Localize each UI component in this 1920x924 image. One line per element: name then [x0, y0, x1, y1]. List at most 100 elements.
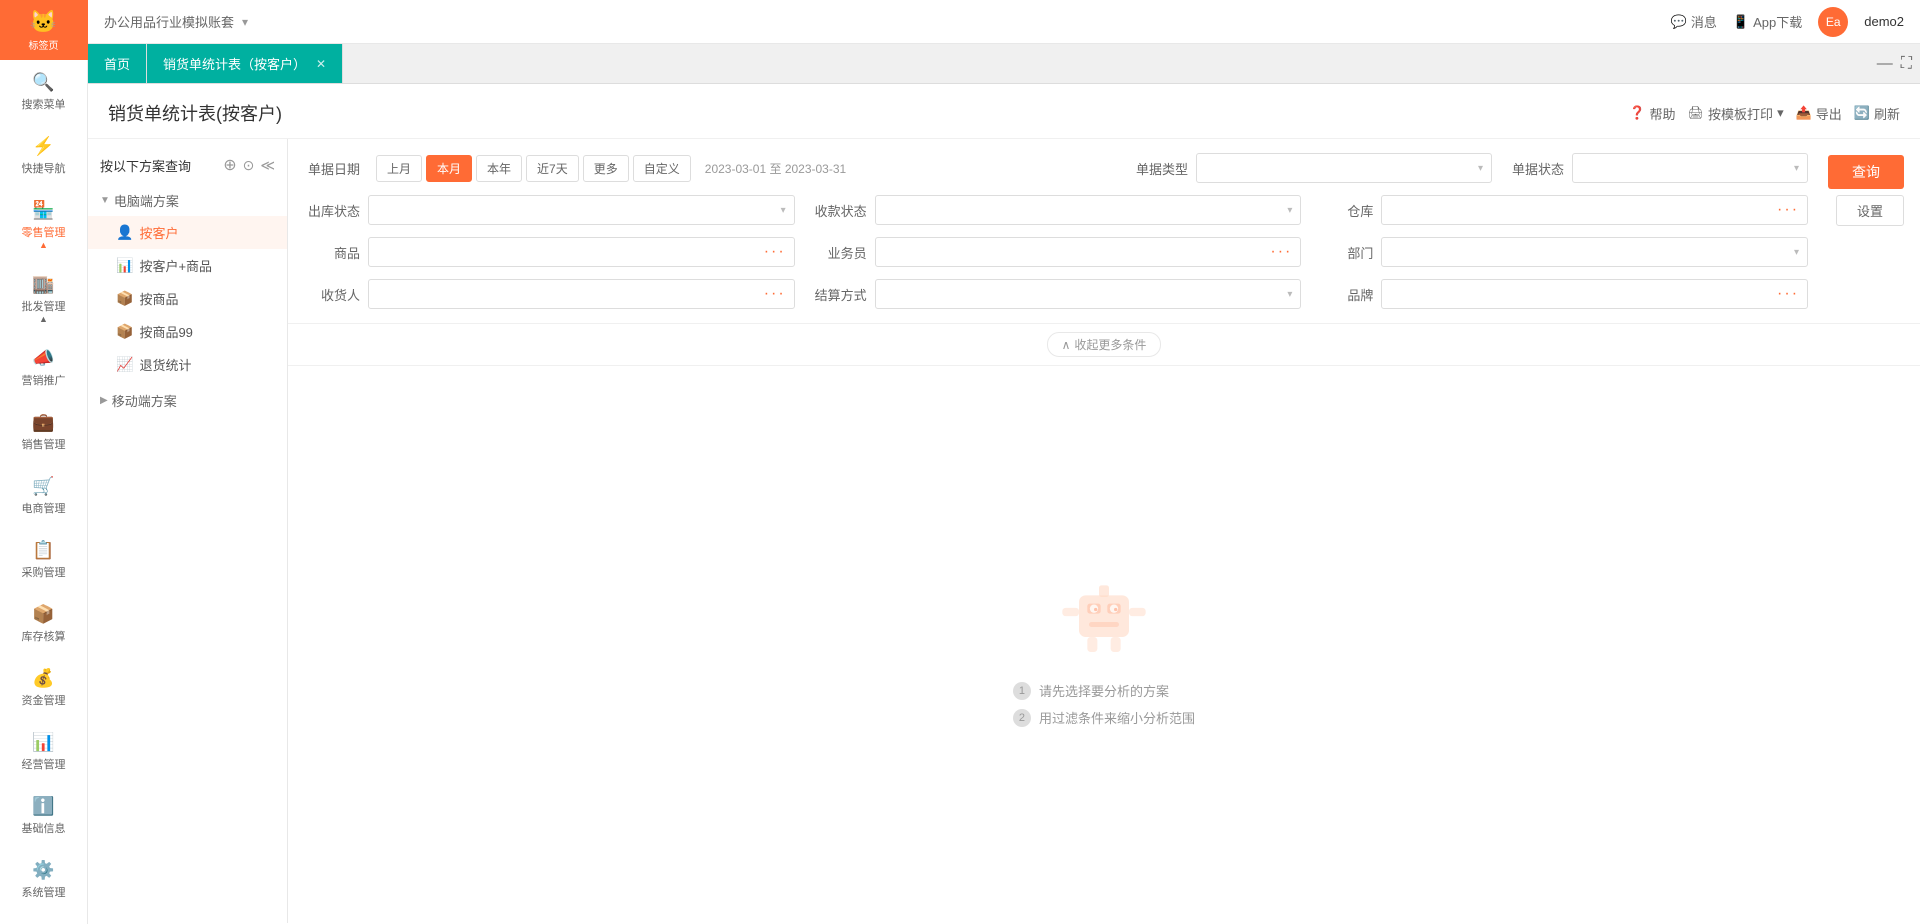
- sidebar-item-enterprise[interactable]: 🤝 企业协同: [0, 912, 87, 924]
- scheme-pc-label: 电脑端方案: [114, 191, 179, 210]
- date-btn-custom[interactable]: 自定义: [633, 155, 691, 182]
- date-btn-last-month[interactable]: 上月: [376, 155, 422, 182]
- header-right: 💬 消息 📱 App下载 Ea demo2: [1671, 7, 1904, 37]
- collapse-more-btn[interactable]: ∧ 收起更多条件: [1047, 332, 1162, 357]
- scheme-item-by-goods[interactable]: 📦 按商品: [88, 282, 287, 315]
- content-body: 按以下方案查询 ⊕ ⊙ ≪ ▼ 电脑端方案 👤 按客户: [88, 139, 1920, 923]
- by-goods-icon: 📦: [116, 290, 133, 307]
- doc-type-select[interactable]: ▾: [1196, 153, 1492, 183]
- sidebar-item-system-label: 系统管理: [22, 884, 66, 900]
- brand-input[interactable]: ···: [1381, 279, 1808, 309]
- date-btn-7days[interactable]: 近7天: [526, 155, 579, 182]
- warehouse-input[interactable]: ···: [1381, 195, 1808, 225]
- setting-btn[interactable]: 设置: [1836, 195, 1904, 226]
- sidebar-item-system[interactable]: ⚙️ 系统管理: [0, 848, 87, 912]
- query-btn[interactable]: 查询: [1828, 155, 1904, 189]
- sidebar-item-wholesale-label: 批发管理: [22, 298, 66, 314]
- left-panel-actions: ⊕ ⊙ ≪: [223, 155, 275, 175]
- tab-home-label: 首页: [104, 54, 130, 73]
- scheme-item-by-customer-goods[interactable]: 📊 按客户+商品: [88, 249, 287, 282]
- scheme-item-by-customer[interactable]: 👤 按客户: [88, 216, 287, 249]
- sidebar-item-sales[interactable]: 💼 销售管理: [0, 400, 87, 464]
- collapse-panel-icon[interactable]: ≪: [260, 157, 275, 174]
- user-avatar: Ea: [1818, 7, 1848, 37]
- sidebar-item-finance[interactable]: 💰 资金管理: [0, 656, 87, 720]
- consignee-input[interactable]: ···: [368, 279, 795, 309]
- sidebar-item-marketing[interactable]: 📣 营销推广: [0, 336, 87, 400]
- goods-dots: ···: [764, 243, 786, 261]
- collapse-bar: ∧ 收起更多条件: [288, 324, 1920, 366]
- page-header: 销货单统计表(按客户) ❓ 帮助 🖨 按模板打印 ▾ 📤 导出 🔄 刷新: [88, 84, 1920, 139]
- warehouse-dots: ···: [1777, 201, 1799, 219]
- salesperson-input[interactable]: ···: [875, 237, 1302, 267]
- doc-status-select[interactable]: ▾: [1572, 153, 1808, 183]
- edit-scheme-icon[interactable]: ⊙: [243, 157, 255, 174]
- sidebar-item-retail[interactable]: 🏪 零售管理 ▲: [0, 188, 87, 262]
- collapse-label: 收起更多条件: [1074, 336, 1146, 353]
- scheme-mobile-group: ▶ 移动端方案: [88, 385, 287, 416]
- department-arrow-icon: ▾: [1794, 247, 1799, 258]
- filter-row-4: 收货人 ··· 结算方式: [304, 279, 1808, 309]
- tabs-bar: 首页 销货单统计表（按客户） ✕ — ⛶: [88, 44, 1920, 84]
- message-btn[interactable]: 💬 消息: [1671, 12, 1717, 31]
- logo-icon: 🐱: [30, 9, 57, 35]
- empty-tips: 1 请先选择要分析的方案 2 用过滤条件来缩小分析范围: [1013, 681, 1195, 727]
- sidebar-item-basic-label: 基础信息: [22, 820, 66, 836]
- tab-minimize-icon[interactable]: —: [1877, 55, 1893, 73]
- tab-home[interactable]: 首页: [88, 44, 147, 83]
- sidebar-item-inventory[interactable]: 📦 库存核算: [0, 592, 87, 656]
- goods-input[interactable]: ···: [368, 237, 795, 267]
- doc-status-label: 单据状态: [1508, 159, 1564, 178]
- sidebar-menu: 🔍 搜索菜单 ⚡ 快捷导航 🏪 零售管理 ▲ 🏬 批发管理 ▲ 📣 营销推广 💼…: [0, 60, 87, 924]
- doc-type-arrow-icon: ▾: [1478, 163, 1483, 174]
- tab-sales-stat[interactable]: 销货单统计表（按客户） ✕: [147, 44, 343, 83]
- app-download-btn[interactable]: 📱 App下载: [1733, 12, 1802, 31]
- scheme-mobile-group-header[interactable]: ▶ 移动端方案: [88, 385, 287, 416]
- scheme-pc-arrow: ▼: [100, 195, 110, 206]
- payment-status-select[interactable]: ▾: [875, 195, 1302, 225]
- date-btn-this-month[interactable]: 本月: [426, 155, 472, 182]
- sidebar-item-search-label: 搜索菜单: [22, 96, 66, 112]
- sidebar-item-ecommerce[interactable]: 🛒 电商管理: [0, 464, 87, 528]
- sidebar-item-quicknav[interactable]: ⚡ 快捷导航: [0, 124, 87, 188]
- right-panel: 单据日期 上月 本月 本年 近7天 更多 自定义: [288, 139, 1920, 923]
- content-area: 销货单统计表(按客户) ❓ 帮助 🖨 按模板打印 ▾ 📤 导出 🔄 刷新: [88, 84, 1920, 924]
- brand-dots: ···: [1777, 285, 1799, 303]
- tab-sales-stat-label: 销货单统计表（按客户）: [163, 54, 306, 73]
- scheme-item-return-stat[interactable]: 📈 退货统计: [88, 348, 287, 381]
- sidebar-item-search[interactable]: 🔍 搜索菜单: [0, 60, 87, 124]
- tab-close-icon[interactable]: ✕: [316, 57, 326, 71]
- salesperson-label: 业务员: [811, 243, 867, 262]
- scheme-item-by-goods-99[interactable]: 📦 按商品99: [88, 315, 287, 348]
- add-scheme-icon[interactable]: ⊕: [223, 155, 236, 175]
- export-label: 导出: [1816, 104, 1842, 123]
- out-status-select[interactable]: ▾: [368, 195, 795, 225]
- refresh-btn[interactable]: 🔄 刷新: [1854, 104, 1900, 123]
- department-select[interactable]: ▾: [1381, 237, 1808, 267]
- page-title: 销货单统计表(按客户): [108, 100, 282, 126]
- export-btn[interactable]: 📤 导出: [1796, 104, 1842, 123]
- tab-maximize-icon[interactable]: ⛶: [1901, 55, 1912, 73]
- sidebar-item-purchase[interactable]: 📋 采购管理: [0, 528, 87, 592]
- settlement-select[interactable]: ▾: [875, 279, 1302, 309]
- header-left: 办公用品行业模拟账套 ▾: [104, 12, 248, 31]
- help-btn[interactable]: ❓ 帮助: [1629, 104, 1675, 123]
- sidebar-item-operations[interactable]: 📊 经营管理: [0, 720, 87, 784]
- scheme-pc-group-header[interactable]: ▼ 电脑端方案: [88, 185, 287, 216]
- refresh-label: 刷新: [1874, 104, 1900, 123]
- collapse-icon: ∧: [1062, 338, 1071, 352]
- print-btn[interactable]: 🖨 按模板打印 ▾: [1688, 104, 1784, 123]
- page-actions: ❓ 帮助 🖨 按模板打印 ▾ 📤 导出 🔄 刷新: [1629, 104, 1900, 123]
- finance-icon: 💰: [32, 668, 54, 689]
- scheme-item-by-customer-goods-label: 按客户+商品: [139, 256, 212, 275]
- breadcrumb-dropdown[interactable]: ▾: [242, 15, 248, 29]
- date-btn-this-year[interactable]: 本年: [476, 155, 522, 182]
- sidebar-item-wholesale[interactable]: 🏬 批发管理 ▲: [0, 262, 87, 336]
- empty-illustration: [1054, 562, 1154, 665]
- empty-tip-2: 2 用过滤条件来缩小分析范围: [1013, 708, 1195, 727]
- logo[interactable]: 🐱 标签页: [0, 0, 88, 60]
- empty-tip-1-text: 请先选择要分析的方案: [1039, 681, 1169, 700]
- date-btn-more[interactable]: 更多: [583, 155, 629, 182]
- user-name[interactable]: demo2: [1864, 14, 1904, 29]
- sidebar-item-basic[interactable]: ℹ️ 基础信息: [0, 784, 87, 848]
